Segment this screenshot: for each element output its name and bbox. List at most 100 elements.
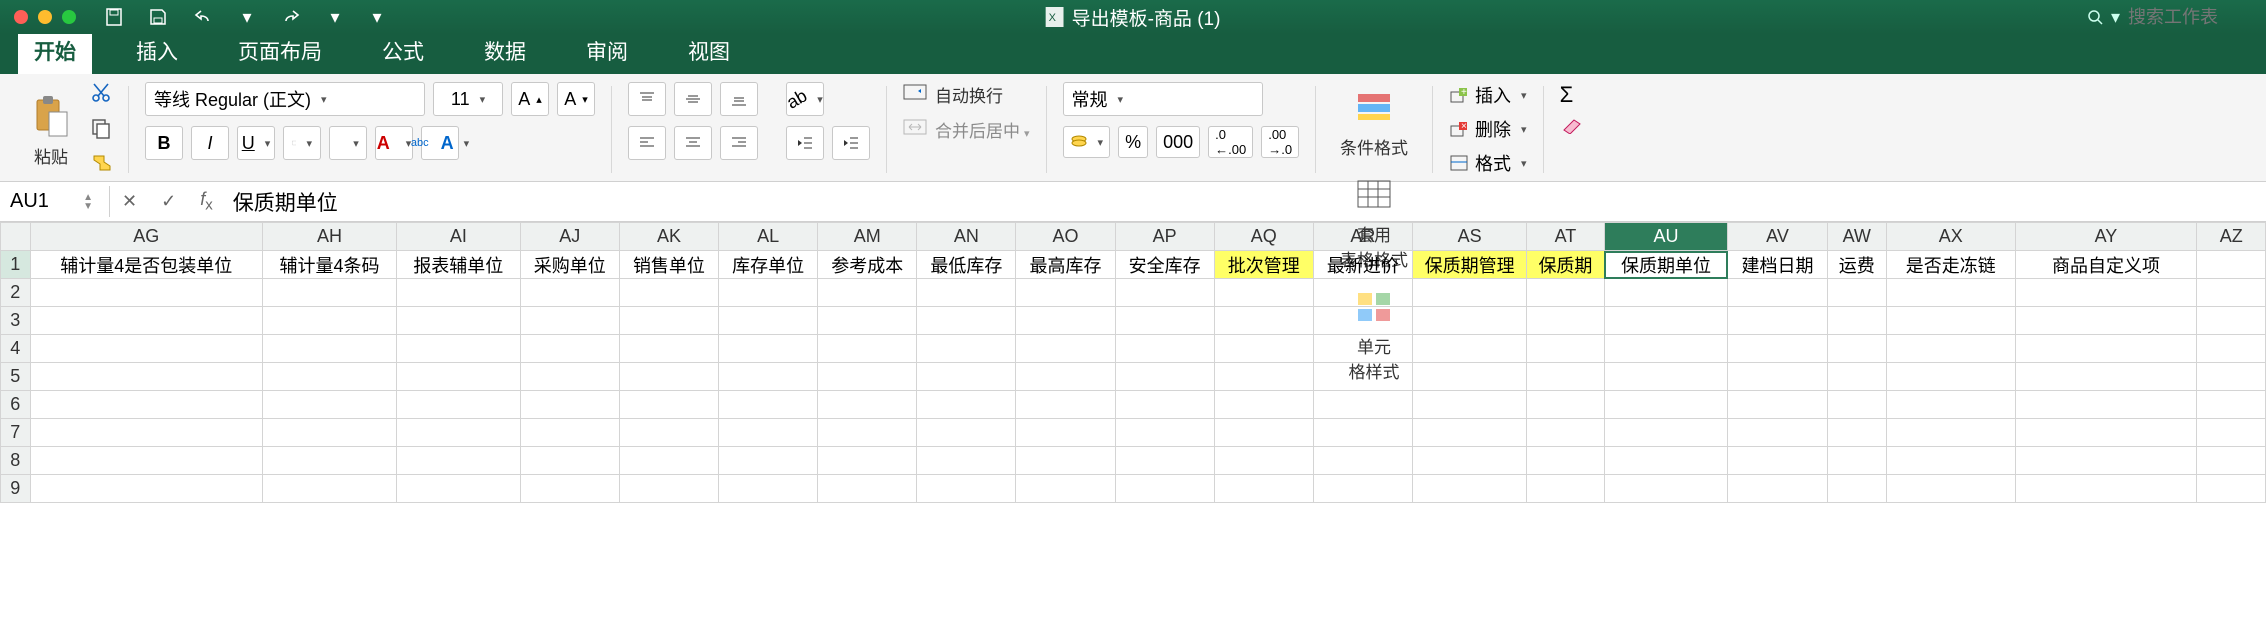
merge-center-button[interactable]: 合并后居中 (935, 117, 1030, 142)
cell-AM7[interactable] (818, 419, 917, 447)
orientation-button[interactable]: ab (786, 82, 824, 116)
tab-data[interactable]: 数据 (468, 30, 542, 74)
cell-AM3[interactable] (818, 307, 917, 335)
cell-AY9[interactable] (2015, 475, 2197, 503)
cell-AT6[interactable] (1527, 391, 1604, 419)
cell-AM2[interactable] (818, 279, 917, 307)
font-size-select[interactable]: 11 (433, 82, 503, 116)
align-top-button[interactable] (628, 82, 666, 116)
cell-AI8[interactable] (396, 447, 520, 475)
column-header-AN[interactable]: AN (917, 223, 1016, 251)
cell-AG6[interactable] (30, 391, 263, 419)
insert-cells-button[interactable]: +插入 (1449, 82, 1527, 108)
cell-AU8[interactable] (1604, 447, 1728, 475)
cell-AP9[interactable] (1115, 475, 1214, 503)
cell-AW2[interactable] (1827, 279, 1886, 307)
cell-AX7[interactable] (1886, 419, 2015, 447)
italic-button[interactable]: I (191, 126, 229, 160)
cell-AZ6[interactable] (2197, 391, 2266, 419)
increase-font-button[interactable]: A▴ (511, 82, 549, 116)
tab-page-layout[interactable]: 页面布局 (222, 30, 338, 74)
column-header-AX[interactable]: AX (1886, 223, 2015, 251)
decrease-indent-button[interactable] (786, 126, 824, 160)
cell-AH9[interactable] (263, 475, 397, 503)
cell-AZ4[interactable] (2197, 335, 2266, 363)
cell-AZ3[interactable] (2197, 307, 2266, 335)
cell-AZ1[interactable] (2197, 251, 2266, 279)
cell-AO5[interactable] (1016, 363, 1115, 391)
cell-AX4[interactable] (1886, 335, 2015, 363)
cell-AG1[interactable]: 辅计量4是否包装单位 (30, 251, 263, 279)
cell-AI6[interactable] (396, 391, 520, 419)
cell-AN9[interactable] (917, 475, 1016, 503)
increase-indent-button[interactable] (832, 126, 870, 160)
cell-AR7[interactable] (1313, 419, 1412, 447)
cell-AH1[interactable]: 辅计量4条码 (263, 251, 397, 279)
autosum-button[interactable]: Σ (1560, 82, 1582, 108)
cell-AP8[interactable] (1115, 447, 1214, 475)
cell-AH8[interactable] (263, 447, 397, 475)
fill-color-button[interactable] (329, 126, 367, 160)
cell-AL6[interactable] (719, 391, 818, 419)
cell-AQ9[interactable] (1214, 475, 1313, 503)
underline-button[interactable]: U (237, 126, 275, 160)
column-header-AY[interactable]: AY (2015, 223, 2197, 251)
cell-AU1[interactable]: 保质期单位 (1604, 251, 1728, 279)
column-header-AI[interactable]: AI (396, 223, 520, 251)
cell-AL2[interactable] (719, 279, 818, 307)
cell-AJ4[interactable] (520, 335, 619, 363)
cell-styles-button[interactable]: 单元 格样式 (1341, 281, 1408, 385)
cell-AS9[interactable] (1413, 475, 1527, 503)
cell-AZ5[interactable] (2197, 363, 2266, 391)
cell-AY6[interactable] (2015, 391, 2197, 419)
tab-formulas[interactable]: 公式 (366, 30, 440, 74)
cell-AI4[interactable] (396, 335, 520, 363)
column-header-AJ[interactable]: AJ (520, 223, 619, 251)
cell-AW3[interactable] (1827, 307, 1886, 335)
cell-AK1[interactable]: 销售单位 (619, 251, 718, 279)
align-bottom-button[interactable] (720, 82, 758, 116)
autosave-icon[interactable] (104, 7, 124, 27)
name-box[interactable]: AU1 ▲▼ (0, 186, 110, 217)
row-header-1[interactable]: 1 (1, 251, 31, 279)
cell-AU6[interactable] (1604, 391, 1728, 419)
name-box-stepper[interactable]: ▲▼ (83, 193, 93, 211)
cell-AV2[interactable] (1728, 279, 1827, 307)
cell-AH7[interactable] (263, 419, 397, 447)
cell-AR9[interactable] (1313, 475, 1412, 503)
align-middle-button[interactable] (674, 82, 712, 116)
cell-AJ8[interactable] (520, 447, 619, 475)
cell-AP3[interactable] (1115, 307, 1214, 335)
cell-AG3[interactable] (30, 307, 263, 335)
format-cells-button[interactable]: 格式 (1449, 150, 1527, 176)
align-right-button[interactable] (720, 126, 758, 160)
cell-AH2[interactable] (263, 279, 397, 307)
cell-AN7[interactable] (917, 419, 1016, 447)
cell-AG7[interactable] (30, 419, 263, 447)
redo-dropdown[interactable]: ▾ (326, 8, 344, 26)
cell-AI1[interactable]: 报表辅单位 (396, 251, 520, 279)
cell-AM6[interactable] (818, 391, 917, 419)
cell-AO1[interactable]: 最高库存 (1016, 251, 1115, 279)
cell-AT4[interactable] (1527, 335, 1604, 363)
cell-AP6[interactable] (1115, 391, 1214, 419)
cell-AJ3[interactable] (520, 307, 619, 335)
cell-AN8[interactable] (917, 447, 1016, 475)
cell-AN5[interactable] (917, 363, 1016, 391)
row-header-8[interactable]: 8 (1, 447, 31, 475)
cell-AH6[interactable] (263, 391, 397, 419)
cell-AX1[interactable]: 是否走冻链 (1886, 251, 2015, 279)
cell-AG2[interactable] (30, 279, 263, 307)
cell-AT5[interactable] (1527, 363, 1604, 391)
cell-AJ6[interactable] (520, 391, 619, 419)
redo-icon[interactable] (280, 7, 302, 27)
increase-decimal-button[interactable]: .0←.00 (1208, 126, 1253, 158)
cell-AS5[interactable] (1413, 363, 1527, 391)
cell-AL3[interactable] (719, 307, 818, 335)
cell-AN4[interactable] (917, 335, 1016, 363)
cell-AY2[interactable] (2015, 279, 2197, 307)
cell-AZ7[interactable] (2197, 419, 2266, 447)
column-header-AK[interactable]: AK (619, 223, 718, 251)
cell-AY1[interactable]: 商品自定义项 (2015, 251, 2197, 279)
row-header-2[interactable]: 2 (1, 279, 31, 307)
